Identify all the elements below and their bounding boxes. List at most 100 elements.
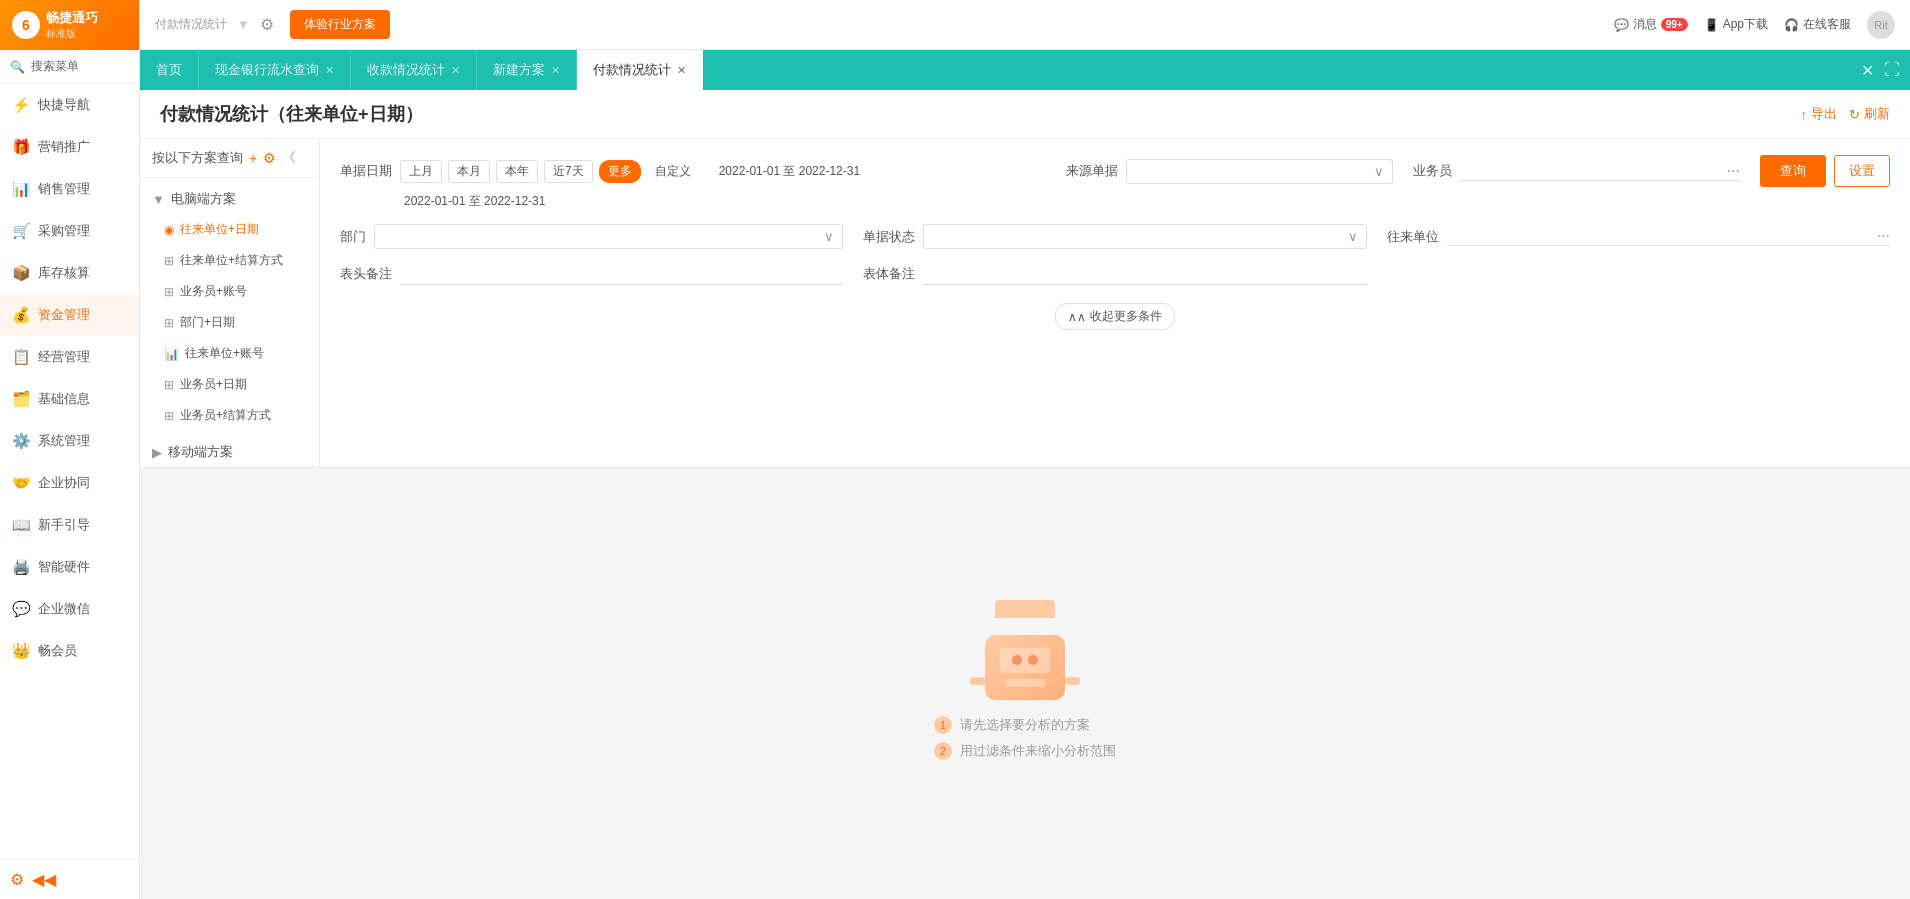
filter-body-note: 表体备注 bbox=[863, 263, 1366, 285]
trial-button[interactable]: 体验行业方案 bbox=[290, 10, 390, 39]
export-button[interactable]: ↑ 导出 bbox=[1801, 105, 1838, 123]
filter-date: 单据日期 上月 本月 本年 近7天 更多 自定义 bbox=[340, 160, 699, 183]
scheme-item-icon-unit-account: 📊 bbox=[164, 347, 179, 361]
sidebar-item-wechat[interactable]: 💬 企业微信 bbox=[0, 588, 139, 630]
partner-dots[interactable]: ··· bbox=[1877, 227, 1890, 245]
tab-bank-close[interactable]: ✕ bbox=[325, 64, 334, 77]
scheme-mobile-label: 移动端方案 bbox=[168, 443, 233, 461]
tab-payment[interactable]: 付款情况统计 ✕ bbox=[577, 50, 703, 90]
sidebar-item-system[interactable]: ⚙️ 系统管理 bbox=[0, 420, 139, 462]
sidebar-item-capital[interactable]: 💰 资金管理 bbox=[0, 294, 139, 336]
filter-source: 来源单据 ∨ bbox=[1066, 159, 1393, 184]
sidebar: 6 畅捷通巧 标准版 🔍 搜索菜单 ⚡ 快捷导航 🎁 营销推广 📊 销售管理 🛒… bbox=[0, 0, 140, 899]
sidebar-item-marketing[interactable]: 🎁 营销推广 bbox=[0, 126, 139, 168]
date-btn-custom[interactable]: 自定义 bbox=[647, 161, 699, 182]
page-actions: ↑ 导出 ↻ 刷新 bbox=[1801, 105, 1891, 123]
refresh-button[interactable]: ↻ 刷新 bbox=[1849, 105, 1890, 123]
scheme-settings-button[interactable]: ⚙ bbox=[263, 150, 276, 166]
date-btn-7days[interactable]: 近7天 bbox=[544, 160, 593, 183]
messages-label: 消息 bbox=[1633, 16, 1657, 33]
scheme-item-label: 业务员+日期 bbox=[180, 376, 247, 393]
scheme-item-staff-settle[interactable]: ⊞ 业务员+结算方式 bbox=[140, 400, 319, 431]
refresh-icon: ↻ bbox=[1849, 107, 1860, 122]
messages-button[interactable]: 💬 消息 99+ bbox=[1614, 16, 1688, 33]
filter-dept: 部门 ∨ bbox=[340, 224, 843, 249]
collapse-button[interactable]: ∧∧ 收起更多条件 bbox=[1055, 303, 1175, 330]
scheme-item-unit-date[interactable]: ◉ 往来单位+日期 bbox=[140, 214, 319, 245]
body-note-input[interactable] bbox=[923, 263, 1366, 285]
sidebar-item-basic[interactable]: 🗂️ 基础信息 bbox=[0, 378, 139, 420]
tab-new-scheme[interactable]: 新建方案 ✕ bbox=[477, 50, 577, 90]
setting-button[interactable]: 设置 bbox=[1834, 155, 1890, 187]
page-title: 付款情况统计（往来单位+日期） bbox=[160, 102, 423, 126]
query-button[interactable]: 查询 bbox=[1760, 155, 1826, 187]
app-label: App下载 bbox=[1723, 16, 1768, 33]
collapse-sidebar-icon[interactable]: ◀◀ bbox=[32, 870, 56, 889]
date-range-row: 2022-01-01 至 2022-12-31 bbox=[340, 193, 1890, 210]
date-btn-this-month[interactable]: 本月 bbox=[448, 160, 490, 183]
topbar-gear-icon[interactable]: ⚙ bbox=[260, 15, 274, 34]
message-icon: 💬 bbox=[1614, 18, 1629, 32]
service-button[interactable]: 🎧 在线客服 bbox=[1784, 16, 1851, 33]
sidebar-item-label: 企业微信 bbox=[38, 600, 90, 618]
scheme-item-staff-account[interactable]: ⊞ 业务员+账号 bbox=[140, 276, 319, 307]
scheme-desktop-group: ▼ 电脑端方案 ◉ 往来单位+日期 ⊞ 往来单位+结算方式 ⊞ 业务员+账号 bbox=[140, 178, 319, 437]
tab-bank[interactable]: 现金银行流水查询 ✕ bbox=[199, 50, 351, 90]
guide-icon: 📖 bbox=[12, 516, 30, 534]
date-label: 单据日期 bbox=[340, 162, 392, 180]
sidebar-item-member[interactable]: 👑 畅会员 bbox=[0, 630, 139, 672]
sidebar-item-sales[interactable]: 📊 销售管理 bbox=[0, 168, 139, 210]
scheme-add-button[interactable]: + bbox=[249, 150, 257, 166]
staff-dots[interactable]: ··· bbox=[1727, 162, 1740, 180]
sidebar-item-operation[interactable]: 📋 经营管理 bbox=[0, 336, 139, 378]
capital-icon: 💰 bbox=[12, 306, 30, 324]
tab-receipts[interactable]: 收款情况统计 ✕ bbox=[351, 50, 477, 90]
scheme-item-icon-staff-settle: ⊞ bbox=[164, 409, 174, 423]
source-select[interactable]: ∨ bbox=[1126, 159, 1393, 184]
settings-icon[interactable]: ⚙ bbox=[10, 870, 24, 889]
tab-expand-icon[interactable]: ⛶ bbox=[1884, 61, 1900, 79]
sidebar-item-enterprise[interactable]: 🤝 企业协同 bbox=[0, 462, 139, 504]
sidebar-item-label: 资金管理 bbox=[38, 306, 90, 324]
scheme-item-staff-date[interactable]: ⊞ 业务员+日期 bbox=[140, 369, 319, 400]
sidebar-item-quick-nav[interactable]: ⚡ 快捷导航 bbox=[0, 84, 139, 126]
scheme-collapse-button[interactable]: 《 bbox=[282, 149, 296, 167]
scheme-item-label: 往来单位+结算方式 bbox=[180, 252, 283, 269]
user-avatar[interactable]: Rit bbox=[1867, 11, 1895, 39]
date-btn-prev-month[interactable]: 上月 bbox=[400, 160, 442, 183]
empty-state: 1 请先选择要分析的方案 2 用过滤条件来缩小分析范围 bbox=[934, 600, 1116, 768]
status-select[interactable]: ∨ bbox=[923, 224, 1366, 249]
scheme-mobile-group[interactable]: ▶ 移动端方案 bbox=[140, 437, 319, 467]
tab-receipts-close[interactable]: ✕ bbox=[451, 64, 460, 77]
sidebar-search[interactable]: 🔍 搜索菜单 bbox=[0, 50, 139, 84]
breadcrumb-text: 付款情况统计 bbox=[155, 16, 227, 33]
body-note-label: 表体备注 bbox=[863, 265, 915, 283]
empty-tips: 1 请先选择要分析的方案 2 用过滤条件来缩小分析范围 bbox=[934, 716, 1116, 768]
scheme-item-unit-settle[interactable]: ⊞ 往来单位+结算方式 bbox=[140, 245, 319, 276]
tab-close-all-icon[interactable]: ✕ bbox=[1861, 61, 1874, 80]
message-badge: 99+ bbox=[1661, 18, 1688, 31]
tab-payment-close[interactable]: ✕ bbox=[677, 64, 686, 77]
collapse-label: 收起更多条件 bbox=[1090, 308, 1162, 325]
scheme-item-label: 往来单位+账号 bbox=[185, 345, 264, 362]
tip-text-2: 用过滤条件来缩小分析范围 bbox=[960, 742, 1116, 760]
dept-label: 部门 bbox=[340, 228, 366, 246]
sidebar-item-purchase[interactable]: 🛒 采购管理 bbox=[0, 210, 139, 252]
app-download-button[interactable]: 📱 App下载 bbox=[1704, 16, 1768, 33]
date-btn-more[interactable]: 更多 bbox=[599, 160, 641, 183]
tab-home[interactable]: 首页 bbox=[140, 50, 199, 90]
date-btn-this-year[interactable]: 本年 bbox=[496, 160, 538, 183]
sidebar-item-guide[interactable]: 📖 新手引导 bbox=[0, 504, 139, 546]
dept-select[interactable]: ∨ bbox=[374, 224, 843, 249]
sidebar-item-label: 基础信息 bbox=[38, 390, 90, 408]
scheme-item-unit-account[interactable]: 📊 往来单位+账号 bbox=[140, 338, 319, 369]
sidebar-item-hardware[interactable]: 🖨️ 智能硬件 bbox=[0, 546, 139, 588]
scheme-item-dept-date[interactable]: ⊞ 部门+日期 bbox=[140, 307, 319, 338]
scheme-item-label: 往来单位+日期 bbox=[180, 221, 259, 238]
sidebar-item-inventory[interactable]: 📦 库存核算 bbox=[0, 252, 139, 294]
scheme-desktop-header[interactable]: ▼ 电脑端方案 bbox=[140, 184, 319, 214]
head-note-input[interactable] bbox=[400, 263, 843, 285]
partner-input: ··· bbox=[1447, 227, 1890, 246]
enterprise-icon: 🤝 bbox=[12, 474, 30, 492]
tab-new-scheme-close[interactable]: ✕ bbox=[551, 64, 560, 77]
